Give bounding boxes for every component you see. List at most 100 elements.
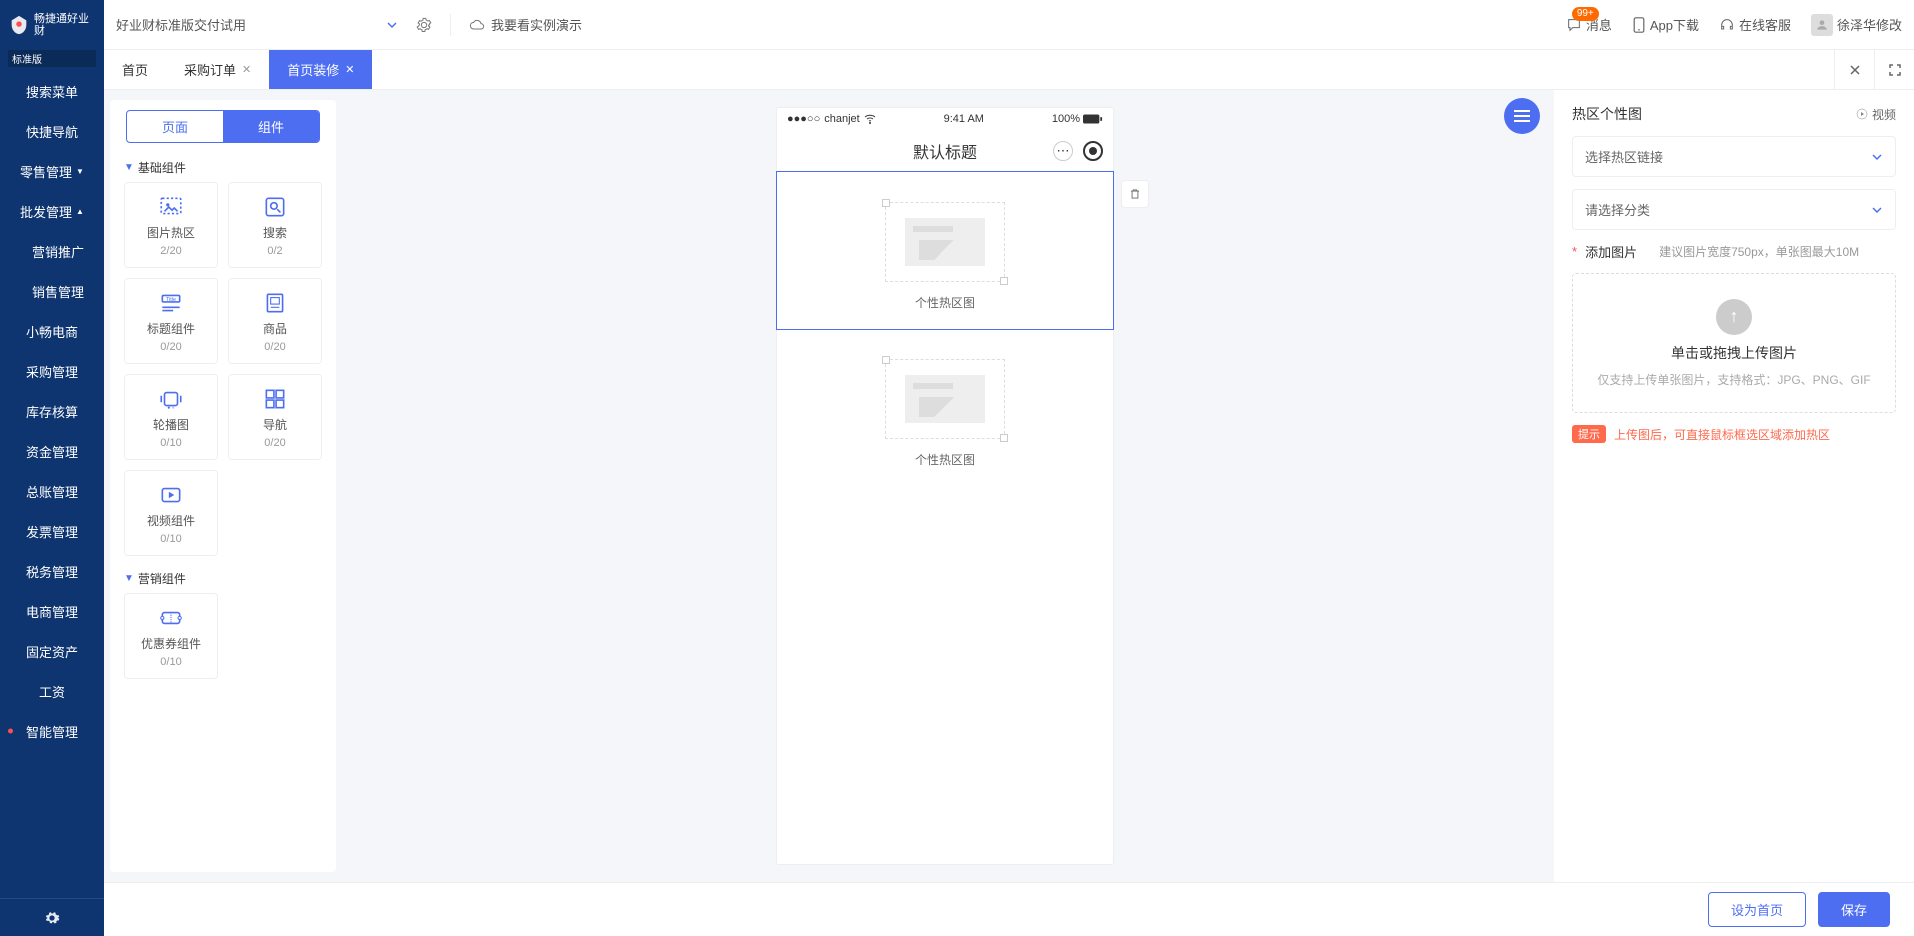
close-icon[interactable]: ✕	[345, 63, 354, 76]
brand-edition: 标准版	[8, 50, 96, 67]
user-menu[interactable]: 徐泽华修改	[1811, 14, 1902, 36]
sidebar-item-6[interactable]: 小畅电商	[0, 311, 104, 351]
component-image[interactable]: 图片热区2/20	[124, 182, 218, 268]
component-carousel[interactable]: 轮播图0/10	[124, 374, 218, 460]
app-download-button[interactable]: App下载	[1632, 15, 1699, 34]
wifi-icon	[864, 114, 876, 124]
trash-icon	[1128, 187, 1142, 201]
demo-link[interactable]: 我要看实例演示	[469, 15, 582, 34]
sidebar-item-10[interactable]: 总账管理	[0, 471, 104, 511]
coupon-icon	[158, 605, 184, 631]
footer-bar: 设为首页 保存	[104, 882, 1914, 936]
triangle-down-icon: ▼	[124, 573, 134, 584]
canvas-block-2[interactable]: 个性热区图	[777, 329, 1113, 486]
sidebar-item-2[interactable]: 零售管理▼	[0, 151, 104, 191]
upload-dropzone[interactable]: ↑ 单击或拖拽上传图片 仅支持上传单张图片，支持格式：JPG、PNG、GIF	[1572, 273, 1896, 413]
component-nav[interactable]: 导航0/20	[228, 374, 322, 460]
expand-icon	[1888, 63, 1902, 77]
msg-badge: 99+	[1572, 7, 1599, 21]
service-button[interactable]: 在线客服	[1719, 15, 1791, 34]
left-sidebar: 畅捷通好业财 标准版 搜索菜单快捷导航零售管理▼批发管理▲营销推广销售管理小畅电…	[0, 0, 104, 936]
more-icon[interactable]: ⋯	[1053, 141, 1073, 161]
phone-icon	[1632, 17, 1646, 33]
canvas-area: ●●●○○ chanjet 9:41 AM 100% 默认标题	[336, 90, 1554, 882]
image-placeholder	[885, 359, 1005, 439]
sidebar-item-16[interactable]: 智能管理	[0, 711, 104, 751]
chevron-down-icon	[1871, 204, 1883, 216]
set-homepage-button[interactable]: 设为首页	[1708, 892, 1806, 927]
video-help-link[interactable]: 视频	[1856, 106, 1896, 123]
select-hotspot-link[interactable]: 选择热区链接	[1572, 136, 1896, 177]
seg-components[interactable]: 组件	[223, 111, 319, 142]
components-panel: 页面 组件 ▼ 基础组件 图片热区2/20搜索0/2Title标题组件0/20商…	[110, 100, 336, 872]
avatar-icon	[1811, 14, 1833, 36]
sidebar-menu: 搜索菜单快捷导航零售管理▼批发管理▲营销推广销售管理小畅电商采购管理库存核算资金…	[0, 71, 104, 898]
brand-logo: 畅捷通好业财	[0, 0, 104, 50]
sidebar-item-9[interactable]: 资金管理	[0, 431, 104, 471]
tabs-bar: 首页采购订单✕首页装修✕	[104, 50, 1914, 90]
demo-text: 我要看实例演示	[491, 15, 582, 34]
select-category[interactable]: 请选择分类	[1572, 189, 1896, 230]
component-search[interactable]: 搜索0/2	[228, 182, 322, 268]
tip-text: 上传图后，可直接鼠标框选区域添加热区	[1614, 426, 1830, 443]
title-icon: Title	[158, 290, 184, 316]
menu-icon	[1514, 115, 1530, 117]
component-product[interactable]: 商品0/20	[228, 278, 322, 364]
signal-icon: ●●●○○	[787, 113, 820, 125]
sidebar-item-1[interactable]: 快捷导航	[0, 111, 104, 151]
delete-block-button[interactable]	[1121, 180, 1149, 208]
search-icon	[262, 194, 288, 220]
props-title: 热区个性图	[1572, 104, 1642, 124]
play-icon	[1856, 108, 1868, 120]
sidebar-item-7[interactable]: 采购管理	[0, 351, 104, 391]
messages-button[interactable]: 99+ 消息	[1566, 15, 1612, 34]
sidebar-item-3[interactable]: 批发管理▲	[0, 191, 104, 231]
close-icon	[1848, 63, 1862, 77]
canvas-block-1[interactable]: 个性热区图	[777, 172, 1113, 329]
panel-mode-segment: 页面 组件	[126, 110, 320, 143]
layers-fab[interactable]	[1504, 98, 1540, 134]
fullscreen-button[interactable]	[1874, 50, 1914, 89]
project-selector[interactable]: 好业财标准版交付试用	[116, 15, 398, 34]
sidebar-item-14[interactable]: 固定资产	[0, 631, 104, 671]
upload-icon: ↑	[1716, 299, 1752, 335]
project-name: 好业财标准版交付试用	[116, 15, 246, 34]
close-icon[interactable]: ✕	[242, 63, 251, 76]
component-coupon[interactable]: 优惠券组件0/10	[124, 593, 218, 679]
sidebar-item-12[interactable]: 税务管理	[0, 551, 104, 591]
video-icon	[158, 482, 184, 508]
tab-1[interactable]: 采购订单✕	[166, 50, 269, 89]
properties-panel: 热区个性图 视频 选择热区链接 请选择分类 * 添加图片	[1554, 90, 1914, 882]
group-marketing[interactable]: ▼ 营销组件	[124, 564, 322, 593]
sidebar-settings[interactable]	[0, 898, 104, 936]
tab-0[interactable]: 首页	[104, 50, 166, 89]
carousel-icon	[158, 386, 184, 412]
close-all-tabs[interactable]	[1834, 50, 1874, 89]
group-basic[interactable]: ▼ 基础组件	[124, 153, 322, 182]
component-title[interactable]: Title标题组件0/20	[124, 278, 218, 364]
topbar: 好业财标准版交付试用 我要看实例演示 99+ 消息 App下载	[104, 0, 1914, 50]
component-video[interactable]: 视频组件0/10	[124, 470, 218, 556]
seg-page[interactable]: 页面	[127, 111, 223, 142]
sidebar-item-5[interactable]: 销售管理	[0, 271, 104, 311]
sidebar-item-15[interactable]: 工资	[0, 671, 104, 711]
headset-icon	[1719, 17, 1735, 33]
product-icon	[262, 290, 288, 316]
caret-down-icon: ▼	[76, 167, 84, 176]
logo-icon	[8, 14, 30, 36]
settings-icon[interactable]	[416, 17, 432, 33]
target-icon[interactable]	[1083, 141, 1103, 161]
sidebar-item-13[interactable]: 电商管理	[0, 591, 104, 631]
sidebar-item-8[interactable]: 库存核算	[0, 391, 104, 431]
sidebar-item-0[interactable]: 搜索菜单	[0, 71, 104, 111]
battery-icon	[1083, 114, 1103, 124]
size-hint: 建议图片宽度750px，单张图最大10M	[1659, 243, 1859, 260]
tip-row: 提示 上传图后，可直接鼠标框选区域添加热区	[1572, 425, 1896, 443]
tab-2[interactable]: 首页装修✕	[269, 50, 372, 89]
chevron-down-icon	[386, 19, 398, 31]
cloud-icon	[469, 17, 485, 33]
sidebar-item-11[interactable]: 发票管理	[0, 511, 104, 551]
save-button[interactable]: 保存	[1818, 892, 1890, 927]
brand-name: 畅捷通好业财	[34, 13, 96, 37]
sidebar-item-4[interactable]: 营销推广	[0, 231, 104, 271]
